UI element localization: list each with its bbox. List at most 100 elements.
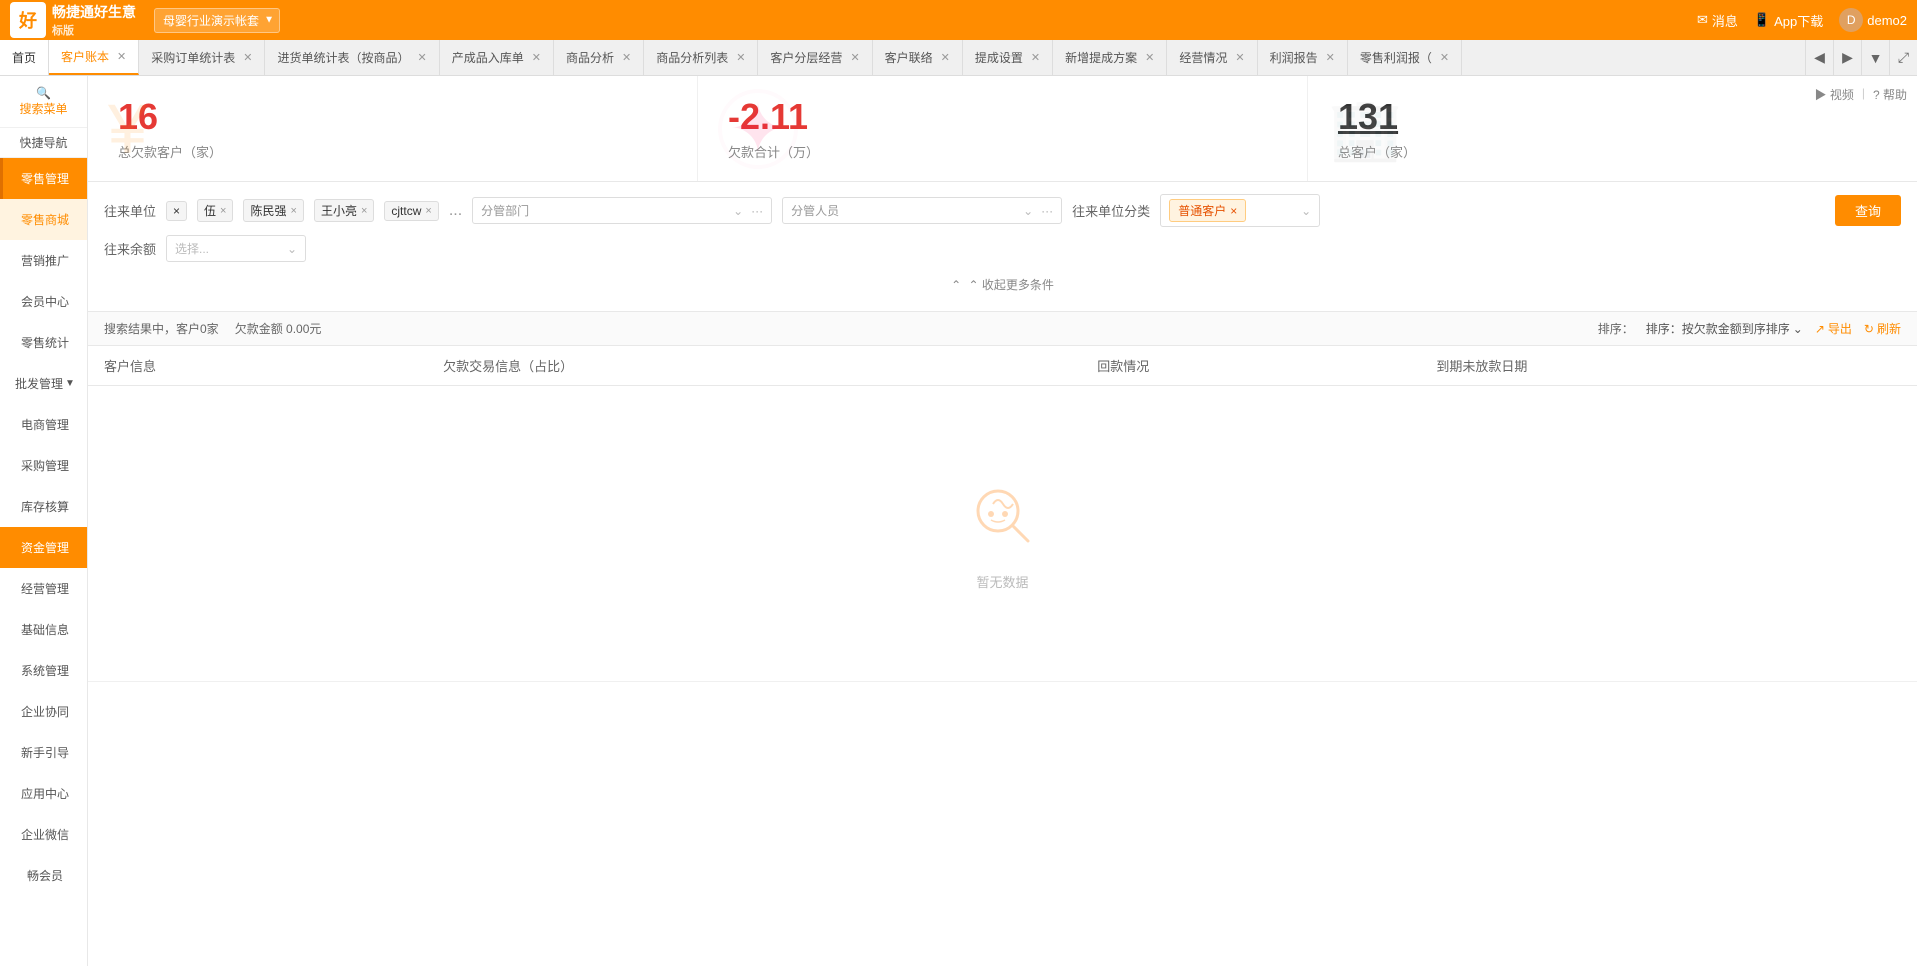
sort-icon: ⌄	[1793, 322, 1803, 336]
person-select[interactable]: 分管人员 ⌄ ···	[782, 197, 1062, 224]
tab-close-retail-profit[interactable]: ✕	[1440, 51, 1449, 64]
more-tags-btn[interactable]: ...	[449, 202, 462, 220]
tab-close-customer-layer[interactable]: ✕	[850, 51, 859, 64]
result-count: 搜索结果中，客户0家	[104, 320, 219, 337]
sidebar-item-marketing[interactable]: 营销推广	[0, 240, 87, 281]
refresh-icon: ↻	[1864, 322, 1874, 336]
tab-close-product-analysis[interactable]: ✕	[622, 51, 631, 64]
sidebar: 🔍 搜索菜单 快捷导航 零售管理 零售商城 营销推广 会员中心 零售统计	[0, 76, 88, 966]
app-download-btn[interactable]: 📱 App下载	[1754, 11, 1823, 30]
tab-retail-profit[interactable]: 零售利润报（ ✕	[1348, 40, 1462, 75]
tab-close-customer-account[interactable]: ✕	[117, 50, 126, 63]
col-repayment: 回款情况	[1081, 346, 1420, 386]
sidebar-item-retail-shop[interactable]: 零售商城	[0, 199, 87, 240]
sidebar-item-inventory[interactable]: 库存核算	[0, 486, 87, 527]
tab-close-commission-setting[interactable]: ✕	[1031, 51, 1040, 64]
tab-customer-contact[interactable]: 客户联络 ✕	[873, 40, 963, 75]
tab-close-customer-contact[interactable]: ✕	[941, 51, 950, 64]
tab-prev-btn[interactable]: ◀	[1805, 40, 1833, 75]
remove-chen-tag[interactable]: ×	[291, 205, 297, 217]
balance-select[interactable]: 选择... ⌄	[166, 235, 306, 262]
sidebar-item-retail[interactable]: 零售管理	[0, 158, 87, 199]
tab-customer-account[interactable]: 客户账本 ✕	[49, 40, 139, 75]
unit-class-arrow-icon: ⌄	[1301, 204, 1311, 218]
department-select[interactable]: 分管部门 ⌄ ···	[472, 197, 772, 224]
tab-close-add-commission[interactable]: ✕	[1145, 51, 1154, 64]
sidebar-item-newbie[interactable]: 新手引导	[0, 732, 87, 773]
sidebar-item-member2[interactable]: 畅会员	[0, 855, 87, 896]
filter-row-1: 往来单位 × 伍 × 陈民强 × 王小亮 ×	[104, 194, 1901, 227]
sidebar-item-cooperation[interactable]: 企业协同	[0, 691, 87, 732]
tab-close-product-stock[interactable]: ✕	[532, 51, 541, 64]
tab-product-list[interactable]: 商品分析列表 ✕	[644, 40, 758, 75]
tab-operation[interactable]: 经营情况 ✕	[1167, 40, 1257, 75]
remove-unit-class-tag[interactable]: ×	[1230, 204, 1237, 218]
table-header: 客户信息 欠款交易信息（占比） 回款情况 到期未放款日期	[88, 346, 1917, 386]
tab-menu-btn[interactable]: ▼	[1861, 40, 1889, 75]
chevron-down-icon: ▼	[65, 378, 75, 389]
tab-purchase-stat[interactable]: 进货单统计表（按商品） ✕	[265, 40, 439, 75]
stats-row: ▶ 视频 | ? 帮助 ¥ 16 总欠款客户（家）	[88, 76, 1917, 182]
logo-text: 畅捷通好生意 标版	[52, 2, 136, 38]
unit-class-label: 往来单位分类	[1072, 201, 1150, 220]
query-button[interactable]: 查询	[1835, 195, 1901, 226]
tab-close-purchase-stat[interactable]: ✕	[418, 51, 427, 64]
tab-close-operation[interactable]: ✕	[1235, 51, 1244, 64]
tab-profit-report[interactable]: 利润报告 ✕	[1258, 40, 1348, 75]
filter-row-2: 往来余额 选择... ⌄	[104, 235, 1901, 262]
tab-product-stock[interactable]: 产成品入库单 ✕	[440, 40, 554, 75]
stat-value-total: 131	[1338, 96, 1887, 138]
tab-next-btn[interactable]: ▶	[1833, 40, 1861, 75]
empty-state: 暂无数据	[104, 396, 1901, 671]
remove-wu-tag[interactable]: ×	[220, 205, 226, 217]
debt-total: 欠款金额 0.00元	[235, 320, 322, 337]
sidebar-item-app-center[interactable]: 应用中心	[0, 773, 87, 814]
sort-btn[interactable]: 排序：按欠款金额到序排序 ⌄	[1646, 320, 1803, 337]
sidebar-search[interactable]: 🔍 搜索菜单	[0, 76, 87, 128]
sidebar-quick-nav[interactable]: 快捷导航	[0, 128, 87, 158]
refresh-btn[interactable]: ↻ 刷新	[1864, 320, 1901, 337]
tab-purchase-order[interactable]: 采购订单统计表 ✕	[139, 40, 265, 75]
sidebar-item-operation[interactable]: 经营管理	[0, 568, 87, 609]
filter-tag-wang: 王小亮 ×	[314, 199, 374, 222]
export-icon: ↗	[1815, 322, 1825, 336]
remove-cjttcw-tag[interactable]: ×	[425, 205, 431, 217]
main-layout: 🔍 搜索菜单 快捷导航 零售管理 零售商城 营销推广 会员中心 零售统计	[0, 76, 1917, 966]
tab-commission-setting[interactable]: 提成设置 ✕	[963, 40, 1053, 75]
sidebar-item-wholesale[interactable]: 批发管理 ▼	[0, 363, 87, 404]
sidebar-item-member[interactable]: 会员中心	[0, 281, 87, 322]
filter-tag-wu: 伍 ×	[197, 199, 233, 222]
tab-home[interactable]: 首页	[0, 40, 49, 75]
result-bar-right: 排序： 排序：按欠款金额到序排序 ⌄ ↗ 导出 ↻ 刷新	[1598, 320, 1901, 337]
edition-dropdown[interactable]: 母婴行业演示帐套 ▼	[154, 8, 280, 33]
stat-label-customers: 总欠款客户（家）	[118, 142, 667, 161]
tab-close-purchase-order[interactable]: ✕	[243, 51, 252, 64]
tab-customer-layer[interactable]: 客户分层经营 ✕	[758, 40, 872, 75]
collapse-bar[interactable]: ⌃ ⌃ 收起更多条件	[104, 270, 1901, 299]
sidebar-item-system[interactable]: 系统管理	[0, 650, 87, 691]
search-icon: 🔍	[36, 86, 51, 100]
sidebar-item-purchase[interactable]: 采购管理	[0, 445, 87, 486]
unit-class-select[interactable]: 普通客户 × ⌄	[1160, 194, 1320, 227]
person-arrow-icon: ⌄	[1023, 204, 1033, 218]
sidebar-item-ecommerce[interactable]: 电商管理	[0, 404, 87, 445]
content-area: ▶ 视频 | ? 帮助 ¥ 16 总欠款客户（家）	[88, 76, 1917, 966]
remove-wang-tag[interactable]: ×	[361, 205, 367, 217]
tab-add-commission[interactable]: 新增提成方案 ✕	[1053, 40, 1167, 75]
message-btn[interactable]: ✉ 消息	[1697, 11, 1738, 30]
tab-close-profit-report[interactable]: ✕	[1326, 51, 1335, 64]
col-debt-info: 欠款交易信息（占比）	[427, 346, 1081, 386]
sidebar-item-wechat[interactable]: 企业微信	[0, 814, 87, 855]
tab-bar-right: ◀ ▶ ▼ ⤢	[1805, 40, 1917, 75]
stat-block-debt: ✦ -2.11 欠款合计（万）	[698, 76, 1308, 181]
sidebar-item-basic[interactable]: 基础信息	[0, 609, 87, 650]
tab-fullscreen-btn[interactable]: ⤢	[1889, 40, 1917, 75]
sidebar-item-retail-stat[interactable]: 零售统计	[0, 322, 87, 363]
filter-tag-cjttcw: cjttcw ×	[384, 201, 438, 221]
empty-text: 暂无数据	[976, 572, 1028, 591]
sidebar-item-finance[interactable]: 资金管理	[0, 527, 87, 568]
user-avatar[interactable]: D demo2	[1839, 8, 1907, 32]
tab-product-analysis[interactable]: 商品分析 ✕	[554, 40, 644, 75]
export-btn[interactable]: ↗ 导出	[1815, 320, 1852, 337]
tab-close-product-list[interactable]: ✕	[736, 51, 745, 64]
